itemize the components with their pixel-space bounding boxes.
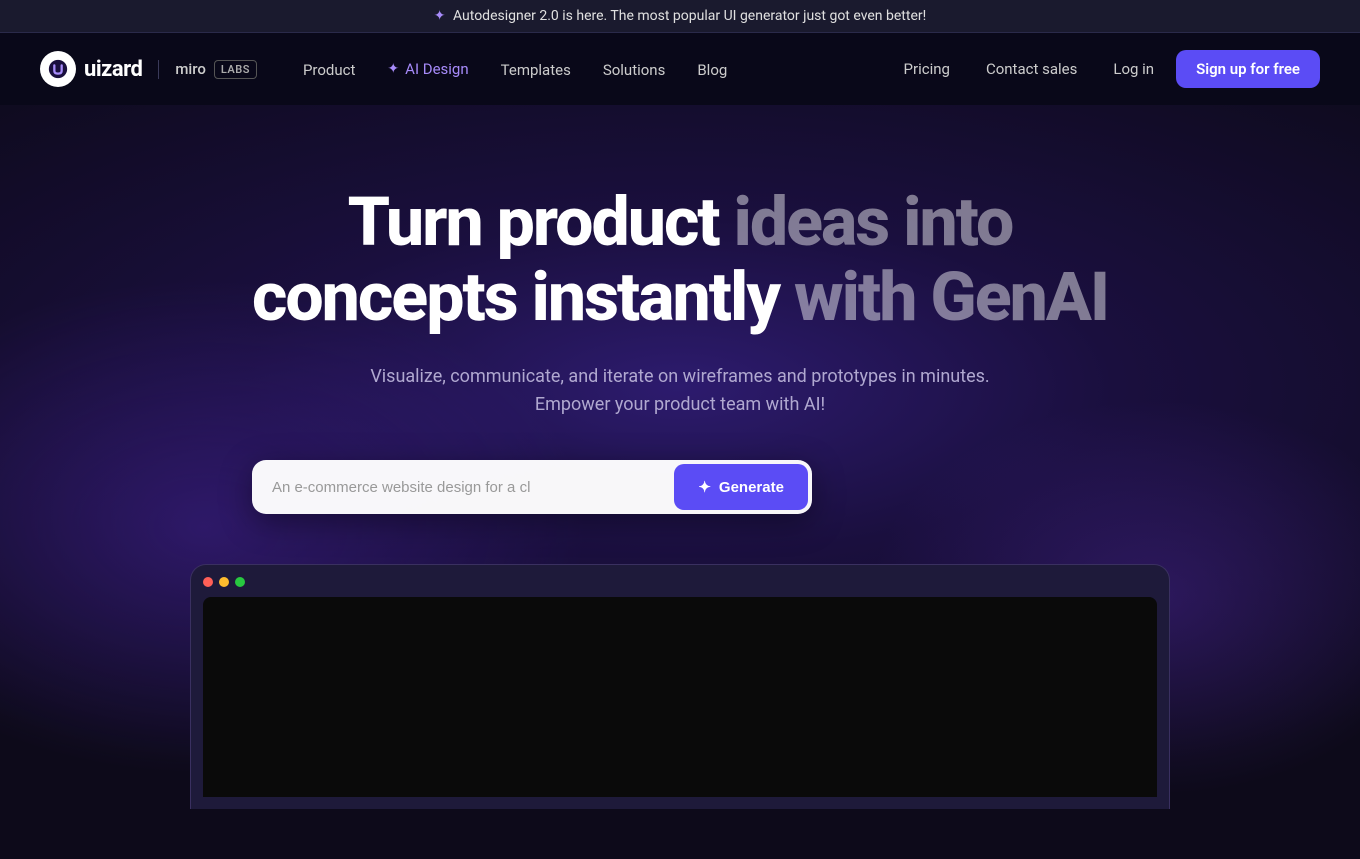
ai-design-sparkle-icon: ✦ bbox=[387, 61, 399, 77]
nav-link-blog[interactable]: Blog bbox=[683, 53, 741, 87]
nav-link-product[interactable]: Product bbox=[289, 53, 369, 87]
labs-badge: LABS bbox=[214, 60, 257, 79]
nav-item-ai-design: ✦ AI Design bbox=[373, 52, 482, 86]
announcement-text: Autodesigner 2.0 is here. The most popul… bbox=[453, 8, 926, 24]
window-controls bbox=[203, 577, 1157, 587]
nav-left: uizard miro LABS Product ✦ AI Design Tem… bbox=[40, 51, 741, 87]
announcement-bar: ✦ Autodesigner 2.0 is here. The most pop… bbox=[0, 0, 1360, 33]
generate-input[interactable] bbox=[252, 463, 670, 512]
uizard-logo[interactable]: uizard bbox=[40, 51, 142, 87]
signup-button[interactable]: Sign up for free bbox=[1176, 50, 1320, 88]
navbar: uizard miro LABS Product ✦ AI Design Tem… bbox=[0, 33, 1360, 105]
hero-title-concepts: concepts instantly bbox=[252, 257, 779, 337]
nav-link-ai-design[interactable]: ✦ AI Design bbox=[373, 52, 482, 86]
hero-title-ideas-text: ideas into bbox=[734, 182, 1013, 262]
generate-button[interactable]: ✦ Generate bbox=[674, 464, 808, 510]
hero-title-product: Turn product bbox=[348, 182, 719, 262]
uizard-logo-icon bbox=[40, 51, 76, 87]
nav-item-templates: Templates bbox=[487, 60, 585, 79]
hero-section: Turn product ideas into concepts instant… bbox=[0, 105, 1360, 809]
minimize-window-dot bbox=[219, 577, 229, 587]
preview-screen bbox=[203, 597, 1157, 797]
miro-text: miro bbox=[175, 60, 206, 78]
miro-labs-logo: miro LABS bbox=[158, 60, 257, 79]
uizard-logo-svg bbox=[47, 58, 69, 80]
close-window-dot bbox=[203, 577, 213, 587]
nav-link-login[interactable]: Log in bbox=[1099, 52, 1168, 86]
uizard-wordmark: uizard bbox=[84, 57, 142, 82]
nav-link-solutions[interactable]: Solutions bbox=[589, 53, 680, 87]
maximize-window-dot bbox=[235, 577, 245, 587]
nav-right: Pricing Contact sales Log in Sign up for… bbox=[890, 50, 1320, 88]
nav-links: Product ✦ AI Design Templates Solutions … bbox=[289, 52, 741, 86]
sparkle-icon: ✦ bbox=[434, 8, 446, 24]
logo-group: uizard miro LABS bbox=[40, 51, 257, 87]
hero-preview bbox=[190, 564, 1170, 809]
generate-bar: ✦ Generate bbox=[252, 460, 812, 514]
nav-link-pricing[interactable]: Pricing bbox=[890, 52, 964, 86]
hero-content: Turn product ideas into concepts instant… bbox=[232, 185, 1128, 514]
hero-title-genai-text: with GenAI bbox=[794, 257, 1108, 337]
preview-frame bbox=[190, 564, 1170, 809]
nav-item-product: Product bbox=[289, 60, 369, 79]
nav-link-templates[interactable]: Templates bbox=[487, 53, 585, 87]
hero-subtitle: Visualize, communicate, and iterate on w… bbox=[370, 363, 990, 421]
nav-link-contact-sales[interactable]: Contact sales bbox=[972, 52, 1091, 86]
generate-label: Generate bbox=[719, 479, 784, 496]
generate-sparkle-icon: ✦ bbox=[698, 478, 711, 496]
nav-item-solutions: Solutions bbox=[589, 60, 680, 79]
nav-item-blog: Blog bbox=[683, 60, 741, 79]
hero-title: Turn product ideas into concepts instant… bbox=[252, 185, 1108, 335]
